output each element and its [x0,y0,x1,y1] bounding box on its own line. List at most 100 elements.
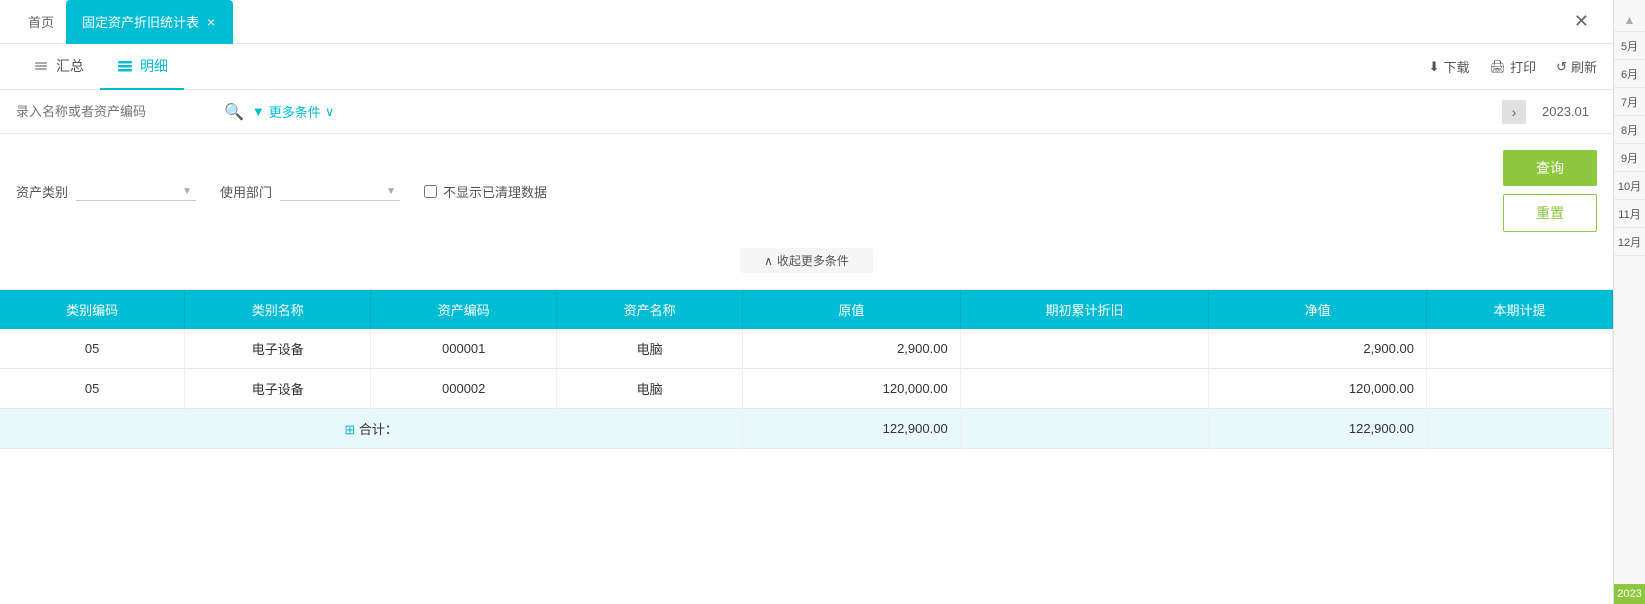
sidebar-month-item[interactable]: 9月 [1614,144,1645,172]
cell-asset-code: 000001 [371,329,557,369]
right-sidebar: ▲ 5月6月7月8月9月10月11月12月 2023 [1613,0,1645,604]
col-header-net-value: 净值 [1209,290,1427,329]
collapse-sidebar-button[interactable]: › [1502,100,1526,124]
cell-net-value: 120,000.00 [1209,369,1427,409]
cell-current-dep [1426,329,1612,369]
table-header-row: 类别编码 类别名称 资产编码 资产名称 原值 期初累计折旧 净值 本期计提 [0,290,1613,329]
print-button[interactable]: 🖨 打印 [1490,57,1537,76]
collapse-more-section: ∧ 收起更多条件 [16,244,1597,281]
more-conditions-label: 更多条件 [269,102,321,121]
refresh-icon: ↺ [1556,59,1567,75]
filter-bar: 🔍 ▼ 更多条件 ∨ › 2023.01 [0,90,1613,134]
col-header-asset-code: 资产编码 [371,290,557,329]
total-net-value: 122,900.00 [1209,409,1427,449]
department-select[interactable] [280,181,400,201]
total-label-cell: ⊞ 合计： [0,409,743,449]
data-table-wrapper: 类别编码 类别名称 资产编码 资产名称 原值 期初累计折旧 净值 本期计提 05… [0,290,1613,604]
cell-net-value: 2,900.00 [1209,329,1427,369]
download-button[interactable]: ⬇ 下载 [1429,57,1470,76]
search-input[interactable] [16,104,216,119]
toolbar-actions: ⬇ 下载 🖨 打印 ↺ 刷新 [1429,57,1597,76]
download-label: 下载 [1444,57,1470,76]
total-current-dep [1426,409,1612,449]
asset-type-filter: 资产类别 ▼ [16,181,196,201]
cell-category-code: 05 [0,329,185,369]
query-button[interactable]: 查询 [1503,150,1597,186]
sub-tabs-bar: 汇总 明细 ⬇ 下载 🖨 打印 ↺ 刷新 [0,44,1613,90]
collapse-icon: ∧ [764,254,773,268]
cell-asset-name: 电脑 [557,369,743,409]
sidebar-month-item[interactable]: 12月 [1614,228,1645,256]
sidebar-month-item[interactable]: 8月 [1614,116,1645,144]
search-button[interactable]: 🔍 [224,102,244,122]
table-total-row: ⊞ 合计： 122,900.00 122,900.00 [0,409,1613,449]
hide-cleared-label: 不显示已清理数据 [443,182,547,201]
asset-type-label: 资产类别 [16,182,68,201]
hide-cleared-checkbox[interactable] [424,185,437,198]
search-icon: 🔍 [224,104,244,121]
download-icon: ⬇ [1429,59,1440,75]
sidebar-up-button[interactable]: ▲ [1614,8,1645,32]
filter-buttons: 查询 重置 [1503,150,1597,232]
reset-button[interactable]: 重置 [1503,194,1597,232]
cell-asset-code: 000002 [371,369,557,409]
tab-detail[interactable]: 明细 [100,44,184,90]
layers-icon [32,57,50,75]
refresh-button[interactable]: ↺ 刷新 [1556,57,1597,76]
col-header-original-value: 原值 [743,290,961,329]
col-header-accumulated-dep: 期初累计折旧 [960,290,1209,329]
cell-accumulated-dep [960,329,1209,369]
detail-tab-label: 明细 [140,56,168,76]
hide-cleared-checkbox-item: 不显示已清理数据 [424,182,547,201]
sidebar-month-item[interactable]: 6月 [1614,60,1645,88]
table-row: 05 电子设备 000001 电脑 2,900.00 2,900.00 [0,329,1613,369]
filter-icon: ▼ [252,104,265,119]
total-original-value: 122,900.00 [743,409,961,449]
total-label: 合计： [359,422,398,437]
sidebar-month-item[interactable]: 10月 [1614,172,1645,200]
sidebar-months: 5月6月7月8月9月10月11月12月 [1614,32,1645,256]
top-nav: 首页 固定资产折旧统计表 × ✕ [0,0,1613,44]
cell-category-name: 电子设备 [185,329,371,369]
home-nav[interactable]: 首页 [16,12,66,31]
col-header-category-name: 类别名称 [185,290,371,329]
chevron-right-icon: › [1512,104,1517,120]
summary-tab-label: 汇总 [56,56,84,76]
department-filter: 使用部门 ▼ [220,181,400,201]
window-close-button[interactable]: ✕ [1566,7,1597,36]
department-label: 使用部门 [220,182,272,201]
list-icon [116,57,134,75]
asset-type-select[interactable] [76,181,196,201]
sidebar-month-item[interactable]: 11月 [1614,200,1645,228]
table-row: 05 电子设备 000002 电脑 120,000.00 120,000.00 [0,369,1613,409]
sidebar-month-item[interactable]: 7月 [1614,88,1645,116]
more-conditions-button[interactable]: ▼ 更多条件 ∨ [252,102,334,121]
cell-original-value: 2,900.00 [743,329,961,369]
tab-summary[interactable]: 汇总 [16,44,100,90]
year-badge[interactable]: 2023 [1614,584,1645,604]
tab-close-button[interactable]: × [205,14,217,30]
data-table: 类别编码 类别名称 资产编码 资产名称 原值 期初累计折旧 净值 本期计提 05… [0,290,1613,449]
collapse-label: 收起更多条件 [777,252,849,269]
cell-category-name: 电子设备 [185,369,371,409]
advanced-filter-panel: 资产类别 ▼ 使用部门 ▼ 不显示已清理数 [0,134,1613,290]
total-accumulated-dep [960,409,1209,449]
cell-accumulated-dep [960,369,1209,409]
collapse-more-button[interactable]: ∧ 收起更多条件 [740,248,873,273]
sidebar-month-item[interactable]: 5月 [1614,32,1645,60]
refresh-label: 刷新 [1571,57,1597,76]
col-header-category-code: 类别编码 [0,290,185,329]
tab-label: 固定资产折旧统计表 [82,12,199,31]
cell-current-dep [1426,369,1612,409]
chevron-down-icon: ∨ [325,104,335,120]
active-tab[interactable]: 固定资产折旧统计表 × [66,0,233,44]
total-icon: ⊞ [344,422,355,437]
col-header-asset-name: 资产名称 [557,290,743,329]
cell-category-code: 05 [0,369,185,409]
print-label: 打印 [1510,57,1536,76]
cell-original-value: 120,000.00 [743,369,961,409]
print-icon: 🖨 [1490,59,1507,75]
col-header-current-dep: 本期计提 [1426,290,1612,329]
date-display: 2023.01 [1534,104,1597,119]
cell-asset-name: 电脑 [557,329,743,369]
